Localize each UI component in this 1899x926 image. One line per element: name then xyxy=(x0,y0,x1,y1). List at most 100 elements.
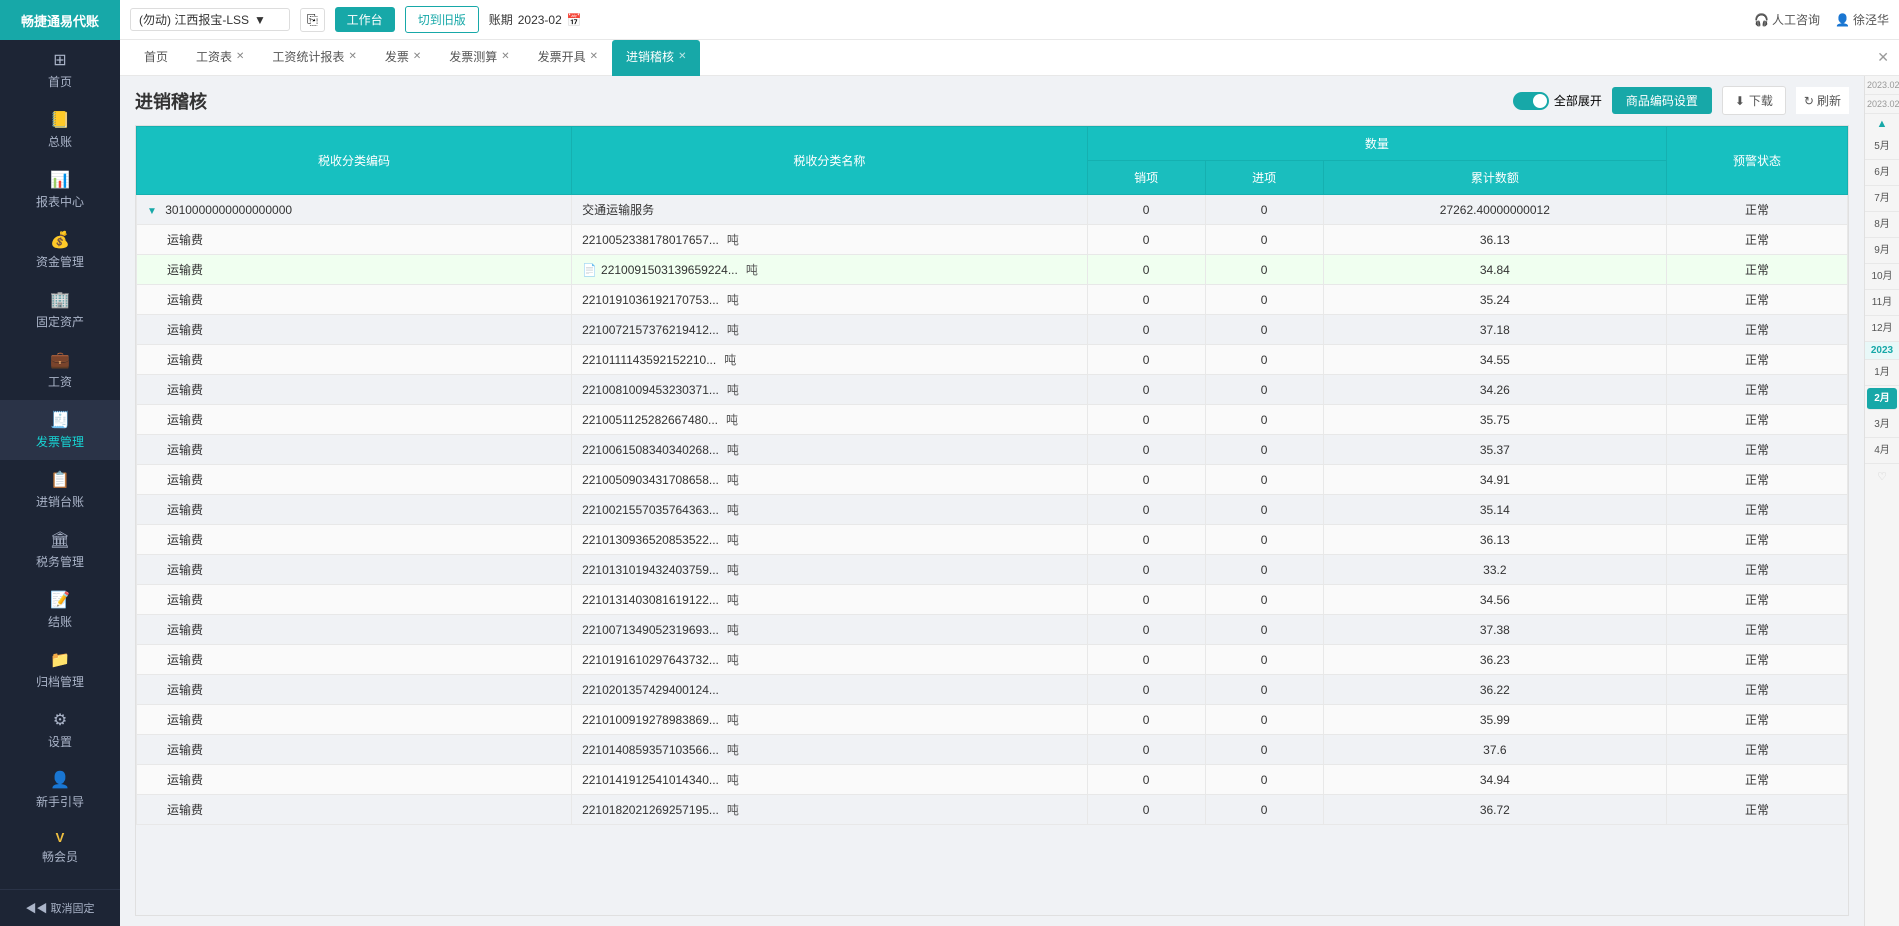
cell-purchase: 0 xyxy=(1205,555,1323,585)
sidebar-item-guide[interactable]: 👤 新手引导 xyxy=(0,760,120,820)
unit-label: 吨 xyxy=(727,743,739,757)
switch-old-button[interactable]: 切到旧版 xyxy=(405,6,479,33)
refresh-icon: ↻ xyxy=(1804,94,1814,108)
cell-item-code: 运输费 xyxy=(137,705,572,735)
main-area: (勿动) 江西报宝-LSS ▼ ⎘ 工作台 切到旧版 账期 2023-02 📅 … xyxy=(120,0,1899,926)
sidebar-footer-unpin[interactable]: ◀◀ 取消固定 xyxy=(0,889,120,926)
company-selector[interactable]: (勿动) 江西报宝-LSS ▼ xyxy=(130,8,290,31)
close-all-tabs-button[interactable]: ✕ xyxy=(1877,49,1889,66)
calendar-icon[interactable]: 📅 xyxy=(567,13,582,27)
tab-salary-close[interactable]: ✕ xyxy=(236,51,244,62)
invoice-number-text: 2210130936520853522... xyxy=(582,533,719,547)
period-may[interactable]: 5月 xyxy=(1865,134,1899,160)
invoice-icon: 🧾 xyxy=(50,410,70,430)
table-row: 运输费2210131019432403759...吨0033.2正常 xyxy=(137,555,1848,585)
sidebar-item-assets[interactable]: 🏢 固定资产 xyxy=(0,280,120,340)
unit-label: 吨 xyxy=(727,653,739,667)
cell-cumulative: 36.23 xyxy=(1323,645,1667,675)
period-sep[interactable]: 9月 xyxy=(1865,238,1899,264)
period-feb-current[interactable]: 2月 xyxy=(1867,388,1897,410)
period-aug[interactable]: 8月 xyxy=(1865,212,1899,238)
data-table: 税收分类编码 税收分类名称 数量 预警状态 销项 进项 累计数额 ▼ 30100… xyxy=(136,126,1848,825)
tab-salary[interactable]: 工资表 ✕ xyxy=(182,40,258,76)
sidebar-item-settlement[interactable]: 📝 结账 xyxy=(0,580,120,640)
period-up-button[interactable]: ▲ xyxy=(1865,114,1899,134)
tab-sales-verify[interactable]: 进销稽核 ✕ xyxy=(612,40,700,76)
header-actions: 全部展开 商品编码设置 ⬇ 下载 ↻ 刷新 xyxy=(1513,86,1849,115)
heart-icon[interactable]: ♡ xyxy=(1865,464,1899,489)
expand-toggle[interactable]: 全部展开 xyxy=(1513,92,1602,110)
tab-invoice-close[interactable]: ✕ xyxy=(413,51,421,62)
table-row: 运输费2210081009453230371...吨0034.26正常 xyxy=(137,375,1848,405)
cell-sales: 0 xyxy=(1087,285,1205,315)
sidebar-item-capital[interactable]: 💰 资金管理 xyxy=(0,220,120,280)
tab-sales-verify-close[interactable]: ✕ xyxy=(678,51,686,62)
tab-home[interactable]: 首页 xyxy=(130,40,182,76)
toggle-track[interactable] xyxy=(1513,92,1549,110)
sidebar-item-member[interactable]: V 畅会员 xyxy=(0,820,120,875)
invoice-number-text: 2210081009453230371... xyxy=(582,383,719,397)
tab-invoice[interactable]: 发票 ✕ xyxy=(371,40,435,76)
cell-invoice-number: 2210182021269257195...吨 xyxy=(572,795,1088,825)
table-row: 运输费📄2210091503139659224...吨0034.84正常 xyxy=(137,255,1848,285)
product-code-button[interactable]: 商品编码设置 xyxy=(1612,87,1712,114)
cell-status: 正常 xyxy=(1667,345,1848,375)
sidebar-item-tax[interactable]: 🏛 税务管理 xyxy=(0,520,120,580)
sidebar-item-ledger[interactable]: 📒 总账 xyxy=(0,100,120,160)
cell-item-code: 运输费 xyxy=(137,225,572,255)
table-row: 运输费2210191036192170753...吨0035.24正常 xyxy=(137,285,1848,315)
sidebar-item-label: 工资 xyxy=(48,373,72,390)
sidebar-item-archive[interactable]: 📁 归档管理 xyxy=(0,640,120,700)
refresh-button[interactable]: ↻ 刷新 xyxy=(1796,87,1849,114)
expand-icon[interactable]: ▼ xyxy=(147,206,157,217)
tab-invoice-calc[interactable]: 发票测算 ✕ xyxy=(435,40,523,76)
tab-invoice-open[interactable]: 发票开具 ✕ xyxy=(524,40,612,76)
invoice-number-text: 2210100919278983869... xyxy=(582,713,719,727)
sidebar-item-home[interactable]: ⊞ 首页 xyxy=(0,40,120,100)
download-label: 下载 xyxy=(1749,92,1773,109)
sidebar-item-settings[interactable]: ⚙ 设置 xyxy=(0,700,120,760)
cell-invoice-number: 2210021557035764363...吨 xyxy=(572,495,1088,525)
tab-invoice-calc-close[interactable]: ✕ xyxy=(501,51,509,62)
tab-sales-verify-label: 进销稽核 xyxy=(626,48,674,65)
cell-item-code: 运输费 xyxy=(137,465,572,495)
period-jun[interactable]: 6月 xyxy=(1865,160,1899,186)
table-row: 运输费2210050903431708658...吨0034.91正常 xyxy=(137,465,1848,495)
cell-status: 正常 xyxy=(1667,195,1848,225)
col-status: 预警状态 xyxy=(1667,127,1848,195)
sidebar-item-payroll[interactable]: 💼 工资 xyxy=(0,340,120,400)
period-nov[interactable]: 11月 xyxy=(1865,290,1899,316)
period-mar[interactable]: 3月 xyxy=(1865,412,1899,438)
copy-button[interactable]: ⎘ xyxy=(300,8,325,32)
tab-invoice-label: 发票 xyxy=(385,48,409,65)
settlement-icon: 📝 xyxy=(50,590,70,610)
parent-code: ▼ 3010000000000000000 xyxy=(137,195,572,225)
sidebar-item-label: 新手引导 xyxy=(36,793,84,810)
tab-salary-stats-close[interactable]: ✕ xyxy=(348,51,356,62)
cell-sales: 0 xyxy=(1087,345,1205,375)
period-jul[interactable]: 7月 xyxy=(1865,186,1899,212)
period-oct[interactable]: 10月 xyxy=(1865,264,1899,290)
workspace-button[interactable]: 工作台 xyxy=(335,7,395,32)
unit-label: 吨 xyxy=(727,233,739,247)
tab-salary-stats[interactable]: 工资统计报表 ✕ xyxy=(258,40,370,76)
invoice-number-text: 2210091503139659224... xyxy=(601,263,738,277)
company-label: (勿动) 江西报宝-LSS xyxy=(139,11,249,28)
cell-invoice-number: 2210191610297643732...吨 xyxy=(572,645,1088,675)
sidebar-item-sales-ledger[interactable]: 📋 进销台账 xyxy=(0,460,120,520)
download-button[interactable]: ⬇ 下载 xyxy=(1722,86,1786,115)
user-name[interactable]: 👤 徐泾华 xyxy=(1835,11,1889,28)
period-dec[interactable]: 12月 xyxy=(1865,316,1899,342)
toggle-thumb xyxy=(1533,94,1547,108)
unit-label: 吨 xyxy=(727,803,739,817)
period-value: 2023-02 xyxy=(518,13,562,27)
support-label[interactable]: 🎧 人工咨询 xyxy=(1754,11,1820,28)
ledger-icon: 📒 xyxy=(50,110,70,130)
sidebar-item-invoice[interactable]: 🧾 发票管理 xyxy=(0,400,120,460)
refresh-label: 刷新 xyxy=(1817,92,1841,109)
tab-salary-label: 工资表 xyxy=(196,48,232,65)
sidebar-item-reports[interactable]: 📊 报表中心 xyxy=(0,160,120,220)
period-apr[interactable]: 4月 xyxy=(1865,438,1899,464)
tab-invoice-open-close[interactable]: ✕ xyxy=(590,51,598,62)
period-jan[interactable]: 1月 xyxy=(1865,360,1899,386)
